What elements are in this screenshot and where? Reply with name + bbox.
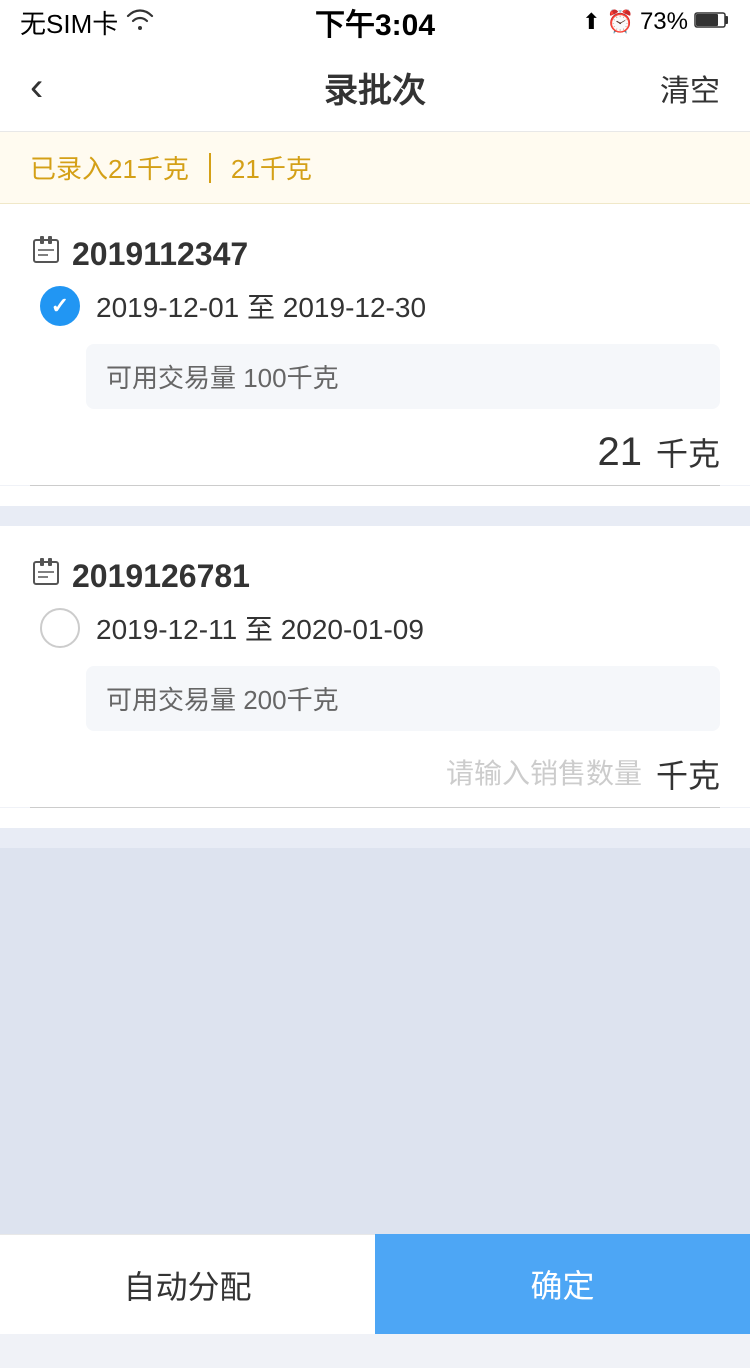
batch-1-date-row: 2019-12-01 至 2019-12-30 [30, 286, 720, 326]
alarm-icon: ⏰ [607, 9, 634, 35]
empty-content-area [0, 848, 750, 1268]
bottom-bar: 自动分配 确定 [0, 1234, 750, 1334]
status-right: ⬆ ⏰ 73% [582, 8, 730, 36]
location-icon: ⬆ [582, 9, 600, 35]
batch-1-available: 可用交易量 100千克 [86, 344, 720, 409]
battery-label: 73% [640, 8, 688, 36]
auto-distribute-button[interactable]: 自动分配 [0, 1234, 375, 1334]
batch-1-spacer [0, 486, 750, 506]
info-divider [209, 153, 211, 183]
recorded-value: 21千克 [231, 149, 312, 186]
batch-2-qty-row: 千克 [0, 731, 750, 807]
back-button[interactable]: ‹ [30, 65, 90, 110]
batch-1-card: 2019112347 2019-12-01 至 2019-12-30 可用交易量… [0, 204, 750, 409]
batch-2-available: 可用交易量 200千克 [86, 666, 720, 731]
batch-1-id: 2019112347 [72, 236, 248, 273]
clear-button[interactable]: 清空 [660, 66, 720, 110]
status-left: 无SIM卡 [20, 4, 154, 41]
battery-icon [694, 8, 730, 36]
batch-1-radio[interactable] [40, 286, 80, 326]
nav-bar: ‹ 录批次 清空 [0, 44, 750, 132]
time-display: 下午3:04 [315, 0, 435, 44]
batch-2-header: 2019126781 [30, 556, 720, 596]
carrier-label: 无SIM卡 [20, 4, 118, 41]
batch-2-unit: 千克 [656, 751, 720, 797]
batch-1-header: 2019112347 [30, 234, 720, 274]
section-divider-2 [0, 828, 750, 848]
batch-1-qty-input[interactable] [522, 430, 642, 475]
wifi-icon [126, 7, 154, 38]
status-bar: 无SIM卡 下午3:04 ⬆ ⏰ 73% [0, 0, 750, 44]
confirm-button[interactable]: 确定 [375, 1234, 750, 1334]
batch-1-icon [30, 234, 62, 274]
recorded-label: 已录入21千克 [30, 149, 189, 186]
page-title: 录批次 [324, 63, 426, 112]
batch-2-date: 2019-12-11 至 2020-01-09 [96, 608, 424, 648]
batch-1-unit: 千克 [656, 429, 720, 475]
batch-2-qty-input[interactable] [342, 758, 642, 790]
batch-2-id: 2019126781 [72, 558, 250, 595]
batch-2-card: 2019126781 2019-12-11 至 2020-01-09 可用交易量… [0, 526, 750, 731]
section-divider-1 [0, 506, 750, 526]
batch-1-date: 2019-12-01 至 2019-12-30 [96, 286, 426, 326]
batch-2-date-row: 2019-12-11 至 2020-01-09 [30, 608, 720, 648]
batch-2-icon [30, 556, 62, 596]
batch-1-qty-row: 千克 [0, 409, 750, 485]
info-banner: 已录入21千克 21千克 [0, 132, 750, 204]
batch-2-spacer [0, 808, 750, 828]
batch-2-radio[interactable] [40, 608, 80, 648]
